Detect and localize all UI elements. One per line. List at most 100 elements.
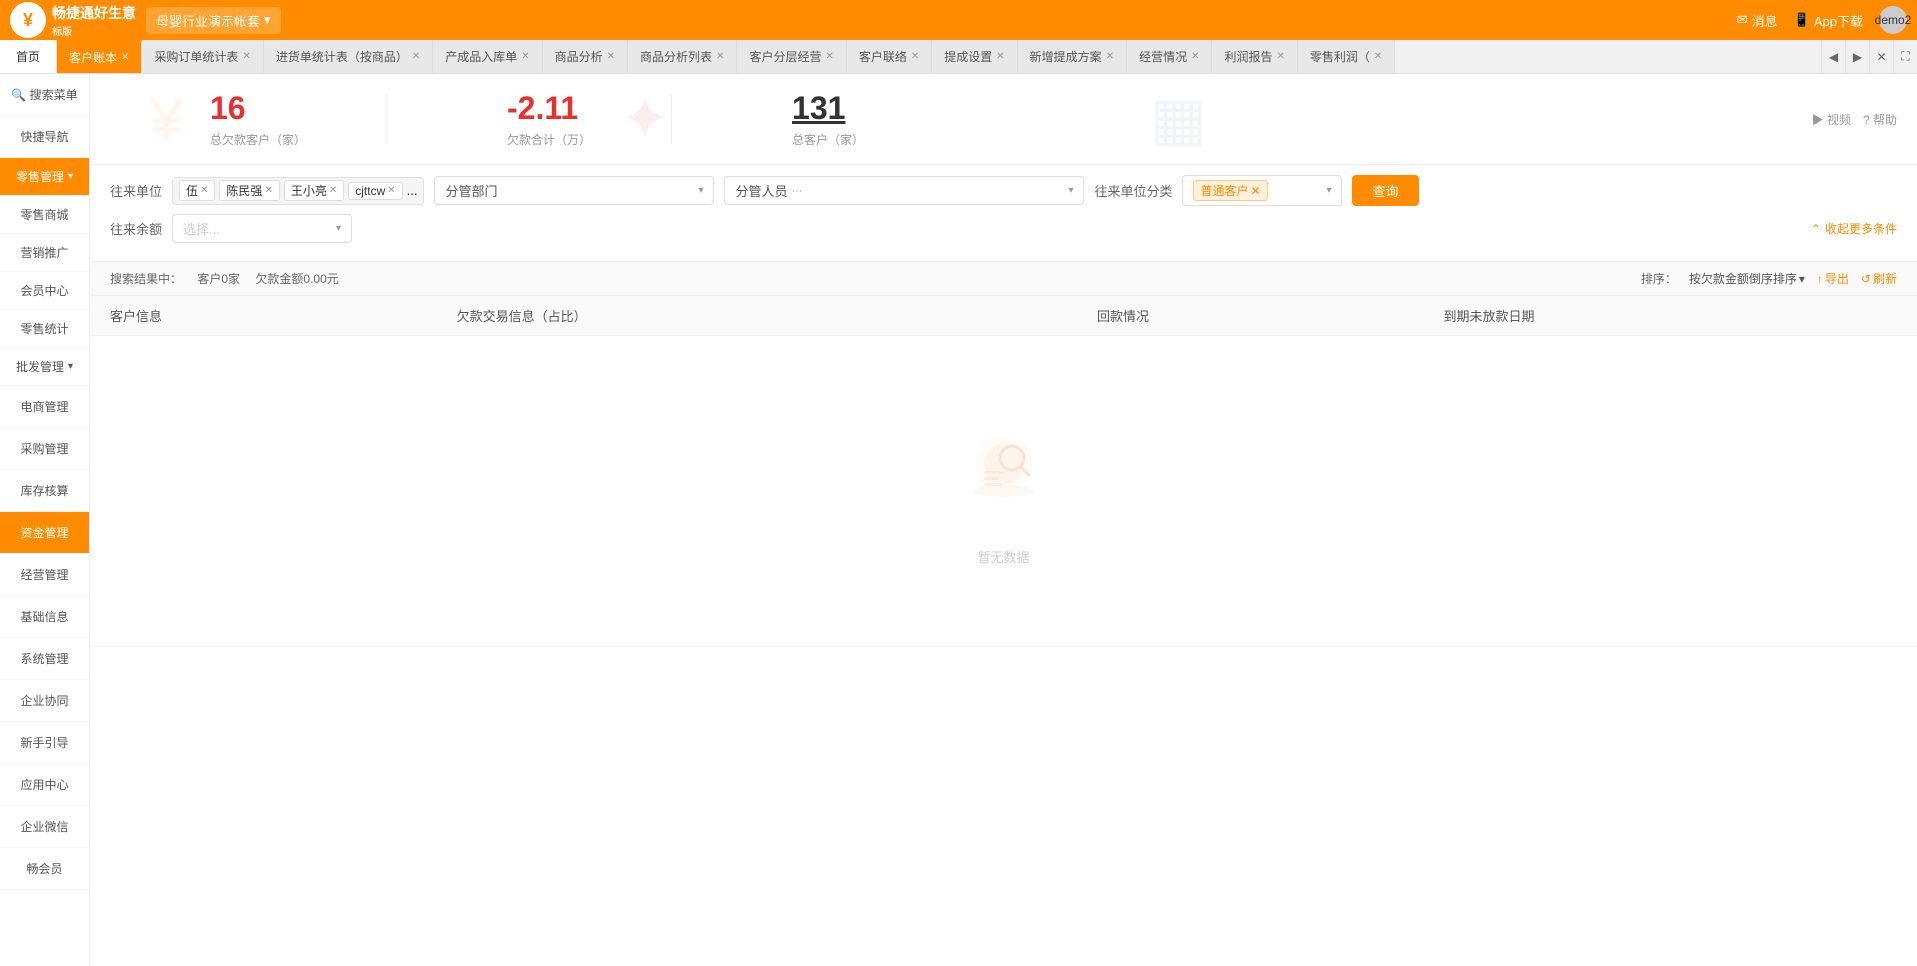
tab-customer-contact-close[interactable]: ✕ xyxy=(911,51,919,62)
sidebar-search[interactable]: 🔍 搜索菜单 xyxy=(0,74,89,116)
app-download-btn[interactable]: 📱 App下载 xyxy=(1794,11,1863,30)
tab-add-commission-close[interactable]: ✕ xyxy=(1106,51,1114,62)
top-bar: ¥ 畅捷通好生意 标版 母婴行业演示帐套 ▾ ✉ 消息 📱 App下载 demo… xyxy=(0,0,1917,40)
sidebar-item-app-center[interactable]: 应用中心 xyxy=(0,764,89,806)
filter-unit-type-label: 往来单位分类 xyxy=(1094,181,1172,200)
tab-retail-profit-close[interactable]: ✕ xyxy=(1374,51,1382,62)
tab-add-commission[interactable]: 新增提成方案 ✕ xyxy=(1018,40,1127,74)
tab-product-analysis-list[interactable]: 商品分析列表 ✕ xyxy=(628,40,737,74)
tab-customer-tier[interactable]: 客户分层经营 ✕ xyxy=(737,40,846,74)
filter-tag-wang-remove[interactable]: ✕ xyxy=(329,185,337,196)
sidebar-item-operations[interactable]: 经营管理 xyxy=(0,554,89,596)
message-icon: ✉ xyxy=(1737,12,1748,28)
sidebar-item-finance[interactable]: 资金管理 xyxy=(0,512,89,554)
sidebar-item-enterprise-collab[interactable]: 企业协同 xyxy=(0,680,89,722)
result-bar: 搜索结果中： 客户0家 欠款金额0.00元 排序： 按欠款金额倒序排序 ▾ ↑ … xyxy=(90,262,1917,296)
tab-customer-tier-close[interactable]: ✕ xyxy=(825,51,833,62)
sidebar-item-retail-stats[interactable]: 零售统计 xyxy=(0,310,89,348)
stat-bg-icon-2: ✦ xyxy=(620,84,670,154)
sidebar-item-retail-mall[interactable]: 零售商城 xyxy=(0,196,89,234)
account-selector[interactable]: 母婴行业演示帐套 ▾ xyxy=(146,7,281,34)
tab-profit-report-close[interactable]: ✕ xyxy=(1277,51,1285,62)
tab-purchase-order[interactable]: 采购订单统计表 ✕ xyxy=(142,40,263,74)
tab-customer-ledger-close[interactable]: ✕ xyxy=(121,52,129,63)
tab-business-overview-label: 经营情况 xyxy=(1139,48,1187,65)
tab-customer-contact[interactable]: 客户联络 ✕ xyxy=(847,40,932,74)
tab-business-overview[interactable]: 经营情况 ✕ xyxy=(1127,40,1212,74)
sidebar-item-new-guide[interactable]: 新手引导 xyxy=(0,722,89,764)
filter-person-dropdown[interactable]: 分管人员 ··· ▾ xyxy=(724,176,1084,205)
collapse-icon: ⌃ xyxy=(1811,222,1821,236)
sidebar-item-ecommerce[interactable]: 电商管理 xyxy=(0,386,89,428)
tab-product-inbound[interactable]: 产成品入库单 ✕ xyxy=(433,40,542,74)
filter-balance-dropdown[interactable]: 选择... ▾ xyxy=(172,214,352,243)
col-due-date: 到期未放款日期 xyxy=(1424,296,1917,336)
sidebar-item-wholesale-mgmt[interactable]: 批发管理 ▾ xyxy=(0,348,89,386)
tab-purchase-order-close[interactable]: ✕ xyxy=(242,51,250,62)
help-icon: ? xyxy=(1863,113,1870,127)
tab-inbound-stats-close[interactable]: ✕ xyxy=(412,51,420,62)
sidebar-item-system-mgmt[interactable]: 系统管理 xyxy=(0,638,89,680)
tab-product-analysis-close[interactable]: ✕ xyxy=(607,51,615,62)
export-btn[interactable]: ↑ 导出 xyxy=(1817,270,1849,287)
tab-commission-setting-close[interactable]: ✕ xyxy=(996,51,1004,62)
sidebar-item-inventory[interactable]: 库存核算 xyxy=(0,470,89,512)
main-table: 客户信息 欠款交易信息（占比） 回款情况 到期未放款日期 xyxy=(90,296,1917,647)
nav-next-btn[interactable]: ▶ xyxy=(1845,40,1869,74)
sidebar-item-member[interactable]: 会员中心 xyxy=(0,272,89,310)
help-btn[interactable]: ? 帮助 xyxy=(1863,111,1897,128)
tab-retail-profit[interactable]: 零售利润（ ✕ xyxy=(1298,40,1395,74)
filter-tag-cjttcw-text: cjttcw xyxy=(355,184,385,198)
sidebar-item-enterprise-wechat-label: 企业微信 xyxy=(20,820,68,834)
stats-bar: ¥ ✦ ▦ 16 总欠款客户（家） -2.11 欠款合计（万） 131 总客户（… xyxy=(90,74,1917,165)
filter-tag-wu-remove[interactable]: ✕ xyxy=(200,185,208,196)
sort-btn[interactable]: 按欠款金额倒序排序 ▾ xyxy=(1689,270,1805,287)
sidebar-item-enterprise-wechat[interactable]: 企业微信 xyxy=(0,806,89,848)
filter-unit-type-arrow: ▾ xyxy=(1326,185,1331,196)
stat-credit-customers-label: 总欠款客户（家） xyxy=(210,131,306,148)
sidebar-item-basic-info[interactable]: 基础信息 xyxy=(0,596,89,638)
tab-home[interactable]: 首页 xyxy=(0,40,57,74)
sidebar-item-retail-mgmt[interactable]: 零售管理 ▾ xyxy=(0,158,89,196)
nav-close-all-btn[interactable]: ✕ xyxy=(1869,40,1893,74)
filter-tag-wu[interactable]: 伍 ✕ xyxy=(179,180,215,201)
avatar[interactable]: demo2 xyxy=(1879,6,1907,34)
nav-expand-btn[interactable]: ⛶ xyxy=(1893,40,1917,74)
filter-tag-cjttcw-remove[interactable]: ✕ xyxy=(387,185,395,196)
filter-tag-chen-remove[interactable]: ✕ xyxy=(264,185,272,196)
search-result-label: 搜索结果中： xyxy=(110,272,182,286)
video-btn[interactable]: ▶ 视频 xyxy=(1812,111,1851,128)
sidebar-item-vip[interactable]: 畅会员 xyxy=(0,848,89,890)
stat-credit-total-label: 欠款合计（万） xyxy=(507,131,591,148)
filter-tag-chen-text: 陈民强 xyxy=(226,182,262,199)
sidebar-item-marketing[interactable]: 营销推广 xyxy=(0,234,89,272)
tab-commission-setting[interactable]: 提成设置 ✕ xyxy=(932,40,1017,74)
tab-product-analysis[interactable]: 商品分析 ✕ xyxy=(543,40,628,74)
filter-tag-chen[interactable]: 陈民强 ✕ xyxy=(219,180,279,201)
col-customer-info: 客户信息 xyxy=(90,296,437,336)
nav-prev-btn[interactable]: ◀ xyxy=(1821,40,1845,74)
filter-unit-type-dropdown[interactable]: 普通客户 ✕ ▾ xyxy=(1182,175,1342,206)
filter-unit-type-remove[interactable]: ✕ xyxy=(1251,184,1261,198)
stat-bg-icon-3: ▦ xyxy=(1150,84,1207,154)
refresh-btn[interactable]: ↺ 刷新 xyxy=(1861,270,1897,287)
tab-product-analysis-label: 商品分析 xyxy=(555,48,603,65)
sidebar-item-operations-label: 经营管理 xyxy=(20,568,68,582)
filter-tag-cjttcw[interactable]: cjttcw ✕ xyxy=(348,182,402,200)
filter-dept-dropdown[interactable]: 分管部门 ▾ xyxy=(434,176,714,205)
query-button[interactable]: 查询 xyxy=(1352,175,1418,206)
tab-product-analysis-list-close[interactable]: ✕ xyxy=(716,51,724,62)
sidebar-item-purchase[interactable]: 采购管理 xyxy=(0,428,89,470)
tab-profit-report[interactable]: 利润报告 ✕ xyxy=(1212,40,1297,74)
message-btn[interactable]: ✉ 消息 xyxy=(1737,11,1778,30)
filter-tag-wang[interactable]: 王小亮 ✕ xyxy=(284,180,344,201)
nav-arrows: ◀ ▶ ✕ ⛶ xyxy=(1821,40,1917,74)
filter-tags-more[interactable]: ... xyxy=(407,183,418,198)
table-body: 暂无数据 xyxy=(90,336,1917,647)
filter-collapse-btn[interactable]: ⌃ 收起更多条件 xyxy=(1811,220,1897,237)
tab-customer-ledger[interactable]: 客户账本 ✕ xyxy=(57,40,142,74)
sidebar-item-quick-nav[interactable]: 快捷导航 xyxy=(0,116,89,158)
tab-inbound-stats[interactable]: 进货单统计表（按商品） ✕ xyxy=(264,40,433,74)
tab-product-inbound-close[interactable]: ✕ xyxy=(521,51,529,62)
tab-business-overview-close[interactable]: ✕ xyxy=(1191,51,1199,62)
